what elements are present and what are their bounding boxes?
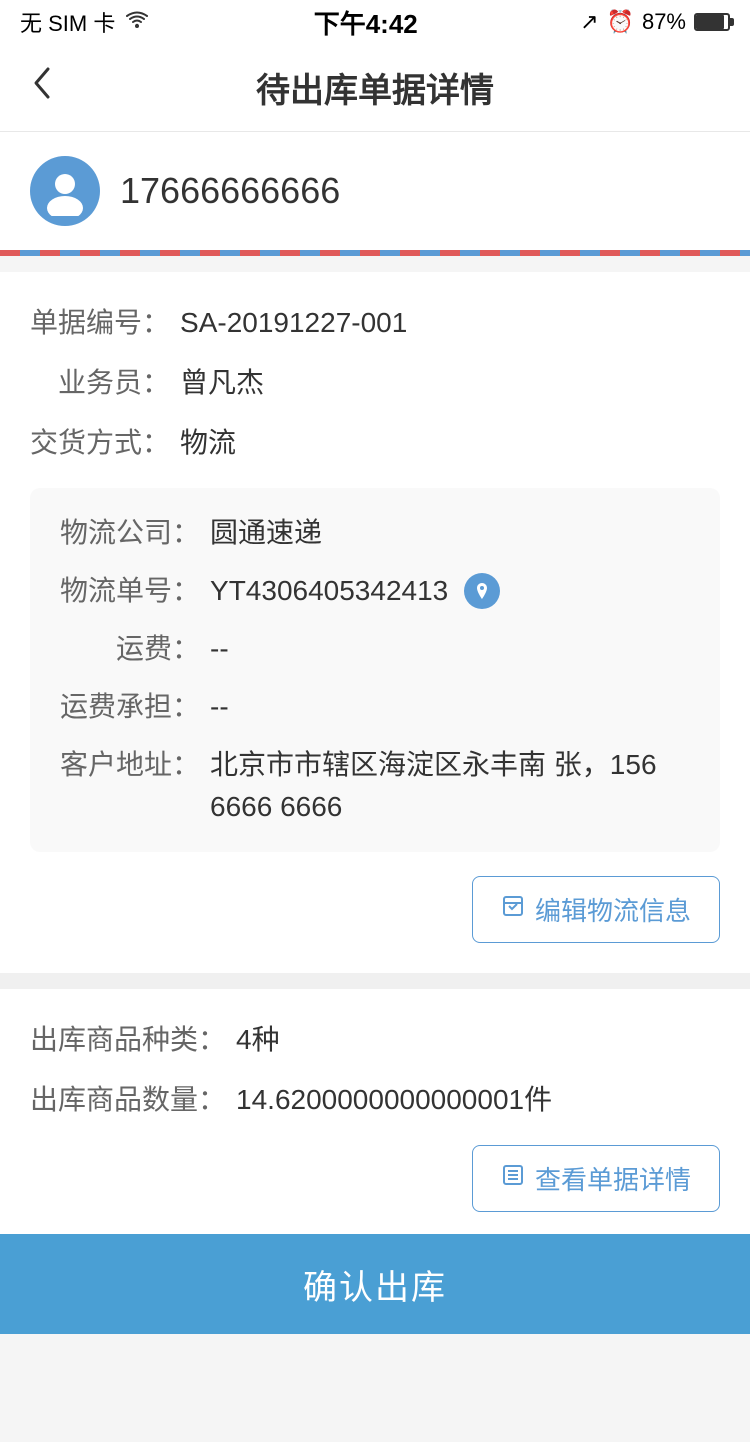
salesman-value: 曾凡杰 — [170, 362, 720, 404]
salesman-row: 业务员： 曾凡杰 — [30, 362, 720, 404]
nav-bar: 待出库单据详情 — [0, 44, 750, 132]
product-type-value: 4种 — [226, 1019, 720, 1061]
product-section: 出库商品种类： 4种 出库商品数量： 14.620000000000000​1件… — [0, 989, 750, 1242]
location-status-icon: ↗ — [580, 9, 598, 35]
tracking-value: YT43064053424​13 — [200, 570, 690, 612]
status-time: 下午4:42 — [314, 4, 418, 41]
delivery-label: 交货方式： — [30, 422, 170, 464]
dashed-divider — [0, 250, 750, 256]
customer-phone: 17666666666 — [120, 170, 340, 212]
delivery-row: 交货方式： 物流 — [30, 422, 720, 464]
page-title: 待出库单据详情 — [256, 63, 494, 112]
list-icon — [501, 1163, 525, 1194]
product-quantity-value: 14.620000000000000​1件 — [226, 1079, 720, 1121]
address-row: 客户地址： 北京市市辖区海淀区永丰南 张，156 6666 6666 — [60, 744, 690, 828]
section-divider — [0, 973, 750, 989]
carrier-label: 无 SIM 卡 — [20, 6, 115, 38]
order-number-label: 单据编号： — [30, 302, 170, 344]
edit-logistics-btn-container: 编辑物流信息 — [30, 876, 720, 943]
freight-bearer-label: 运费承担： — [60, 686, 200, 728]
logistics-company-row: 物流公司： 圆通速递 — [60, 512, 690, 554]
product-quantity-row: 出库商品数量： 14.620000000000000​1件 — [30, 1079, 720, 1121]
delivery-value: 物流 — [170, 422, 720, 464]
avatar — [30, 156, 100, 226]
status-bar: 无 SIM 卡 下午4:42 ↗ ⏰ 87% — [0, 0, 750, 44]
logistics-company-label: 物流公司： — [60, 512, 200, 554]
order-number-value: SA-20191227-001 — [170, 302, 720, 344]
back-button[interactable] — [30, 65, 90, 110]
edit-icon — [501, 894, 525, 925]
status-right: ↗ ⏰ 87% — [580, 9, 730, 35]
wifi-icon — [123, 9, 151, 35]
freight-label: 运费： — [60, 628, 200, 670]
address-label: 客户地址： — [60, 744, 200, 786]
product-type-label: 出库商品种类： — [30, 1019, 226, 1061]
status-left: 无 SIM 卡 — [20, 6, 151, 38]
tracking-location-icon[interactable] — [464, 573, 500, 609]
tracking-row: 物流单号： YT43064053424​13 — [60, 570, 690, 612]
logistics-company-value: 圆通速递 — [200, 512, 690, 554]
freight-value: -- — [200, 628, 690, 670]
freight-bearer-row: 运费承担： -- — [60, 686, 690, 728]
confirm-bar[interactable]: 确认出库 — [0, 1234, 750, 1334]
address-value: 北京市市辖区海淀区永丰南 张，156 6666 6666 — [200, 744, 690, 828]
order-number-row: 单据编号： SA-20191227-001 — [30, 302, 720, 344]
view-detail-button[interactable]: 查看单据详情 — [472, 1145, 720, 1212]
order-info-section: 单据编号： SA-20191227-001 业务员： 曾凡杰 交货方式： 物流 … — [0, 272, 750, 973]
tracking-label: 物流单号： — [60, 570, 200, 612]
product-quantity-label: 出库商品数量： — [30, 1079, 226, 1121]
alarm-icon: ⏰ — [607, 9, 634, 35]
edit-logistics-button[interactable]: 编辑物流信息 — [472, 876, 720, 943]
battery-percent: 87% — [642, 9, 686, 35]
view-detail-label: 查看单据详情 — [535, 1160, 691, 1197]
product-type-row: 出库商品种类： 4种 — [30, 1019, 720, 1061]
confirm-button-label: 确认出库 — [303, 1260, 447, 1309]
battery-icon — [694, 13, 730, 31]
freight-row: 运费： -- — [60, 628, 690, 670]
logistics-card: 物流公司： 圆通速递 物流单号： YT43064053424​13 运费： -- — [30, 488, 720, 852]
view-detail-btn-container: 查看单据详情 — [30, 1145, 720, 1212]
salesman-label: 业务员： — [30, 362, 170, 404]
edit-logistics-label: 编辑物流信息 — [535, 891, 691, 928]
freight-bearer-value: -- — [200, 686, 690, 728]
tracking-number: YT43064053424​13 — [210, 570, 448, 612]
customer-header: 17666666666 — [0, 132, 750, 250]
